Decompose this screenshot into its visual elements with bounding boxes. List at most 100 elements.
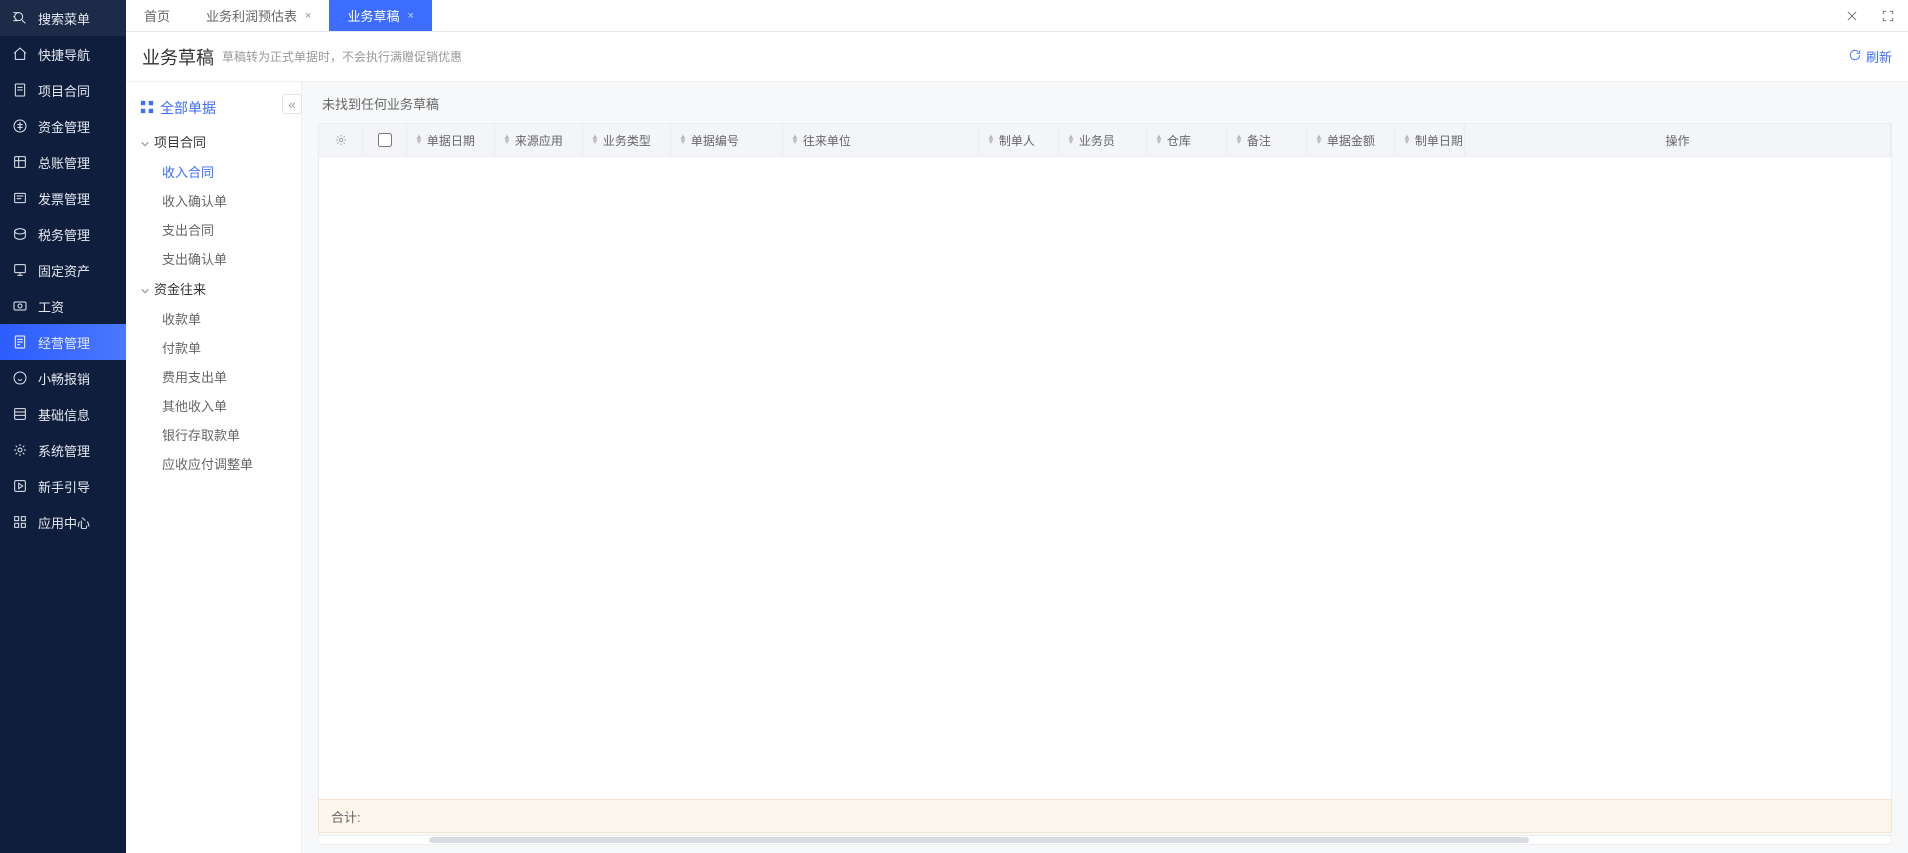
sidebar-item-guide[interactable]: 新手引导 — [0, 468, 126, 504]
column-settings-button[interactable] — [319, 124, 363, 156]
money-icon — [12, 118, 28, 134]
sort-icon: ▲▼ — [1155, 135, 1163, 145]
group-fund-flow-items: 收款单 付款单 费用支出单 其他收入单 银行存取款单 应收应付调整单 — [126, 304, 301, 478]
fullscreen-button[interactable] — [1874, 2, 1902, 30]
col-header-doc-number[interactable]: ▲▼ 单据编号 — [671, 124, 783, 156]
page-subtitle: 草稿转为正式单据时，不会执行满赠促销优惠 — [222, 48, 462, 65]
salary-icon — [12, 298, 28, 314]
search-icon — [12, 10, 28, 26]
system-icon — [12, 442, 28, 458]
invoice-icon — [12, 190, 28, 206]
sort-icon: ▲▼ — [1315, 135, 1323, 145]
sidebar-label: 项目合同 — [38, 81, 90, 100]
group-fund-flow[interactable]: 资金往来 — [126, 273, 301, 304]
sidebar-label: 搜索菜单 — [38, 9, 90, 28]
subitem-payment[interactable]: 付款单 — [126, 333, 301, 362]
chevron-down-icon — [140, 137, 150, 147]
sidebar-item-base-info[interactable]: 基础信息 — [0, 396, 126, 432]
col-header-source-app[interactable]: ▲▼ 来源应用 — [495, 124, 583, 156]
subitem-expense-voucher[interactable]: 费用支出单 — [126, 362, 301, 391]
sidebar-item-ledger[interactable]: 总账管理 — [0, 144, 126, 180]
file-icon — [12, 82, 28, 98]
col-header-maker[interactable]: ▲▼ 制单人 — [979, 124, 1059, 156]
guide-icon — [12, 478, 28, 494]
subitem-expense-contract[interactable]: 支出合同 — [126, 215, 301, 244]
sidebar-item-project-contract[interactable]: 项目合同 — [0, 72, 126, 108]
table-header-row: ▲▼ 单据日期 ▲▼ 来源应用 ▲▼ 业务类型 ▲▼ — [318, 123, 1892, 157]
all-documents-label: 全部单据 — [160, 98, 216, 118]
col-header-salesperson[interactable]: ▲▼ 业务员 — [1059, 124, 1147, 156]
col-header-warehouse[interactable]: ▲▼ 仓库 — [1147, 124, 1227, 156]
refresh-button[interactable]: 刷新 — [1848, 47, 1892, 66]
col-header-amount[interactable]: ▲▼ 单据金额 — [1307, 124, 1395, 156]
sort-icon: ▲▼ — [791, 135, 799, 145]
sort-icon: ▲▼ — [415, 135, 423, 145]
col-header-note[interactable]: ▲▼ 备注 — [1227, 124, 1307, 156]
sum-label: 合计: — [331, 807, 361, 826]
col-header-operation: 操作 — [1465, 124, 1891, 156]
sidebar-label: 税务管理 — [38, 225, 90, 244]
refresh-icon — [1848, 48, 1862, 65]
table-footer-sum: 合计: — [318, 799, 1892, 833]
asset-icon — [12, 262, 28, 278]
content-row: 全部单据 « 项目合同 收入合同 收入确认单 支出合同 支出确认单 — [126, 82, 1908, 853]
subitem-income-confirm[interactable]: 收入确认单 — [126, 186, 301, 215]
subitem-income-contract[interactable]: 收入合同 — [126, 157, 301, 186]
sidebar-item-fixed-asset[interactable]: 固定资产 — [0, 252, 126, 288]
sidebar-label: 新手引导 — [38, 477, 90, 496]
tax-icon — [12, 226, 28, 242]
col-header-biz-type[interactable]: ▲▼ 业务类型 — [583, 124, 671, 156]
group-label: 项目合同 — [154, 132, 206, 151]
sidebar-item-operation-mgmt[interactable]: 经营管理 — [0, 324, 126, 360]
sort-icon: ▲▼ — [503, 135, 511, 145]
sort-icon: ▲▼ — [1235, 135, 1243, 145]
subitem-receipt[interactable]: 收款单 — [126, 304, 301, 333]
category-sidebar: 全部单据 « 项目合同 收入合同 收入确认单 支出合同 支出确认单 — [126, 82, 302, 853]
sort-icon: ▲▼ — [591, 135, 599, 145]
close-icon[interactable]: × — [305, 10, 311, 22]
sort-icon: ▲▼ — [987, 135, 995, 145]
tabbar-actions — [1838, 0, 1908, 31]
home-icon — [12, 46, 28, 62]
horizontal-scrollbar[interactable] — [318, 835, 1892, 845]
scrollbar-thumb[interactable] — [429, 837, 1529, 843]
tab-home[interactable]: 首页 — [126, 0, 188, 31]
collapse-sidebar-button[interactable]: « — [282, 94, 302, 114]
sidebar-label: 工资 — [38, 297, 64, 316]
close-all-tabs-button[interactable] — [1838, 2, 1866, 30]
all-documents-link[interactable]: 全部单据 — [126, 90, 301, 126]
subitem-ar-ap-adjust[interactable]: 应收应付调整单 — [126, 449, 301, 478]
col-header-make-date[interactable]: ▲▼ 制单日期 — [1395, 124, 1465, 156]
sidebar-item-tax[interactable]: 税务管理 — [0, 216, 126, 252]
subitem-other-income[interactable]: 其他收入单 — [126, 391, 301, 420]
empty-message: 未找到任何业务草稿 — [318, 94, 1892, 123]
sidebar-item-reimburse[interactable]: 小畅报销 — [0, 360, 126, 396]
tab-profit-estimate[interactable]: 业务利润预估表 × — [188, 0, 329, 31]
sidebar-label: 资金管理 — [38, 117, 90, 136]
sidebar-label: 总账管理 — [38, 153, 90, 172]
col-header-date[interactable]: ▲▼ 单据日期 — [407, 124, 495, 156]
select-all-cell — [363, 124, 407, 156]
group-label: 资金往来 — [154, 279, 206, 298]
select-all-checkbox[interactable] — [378, 133, 392, 147]
subitem-expense-confirm[interactable]: 支出确认单 — [126, 244, 301, 273]
sidebar-label: 经营管理 — [38, 333, 90, 352]
tab-label: 业务利润预估表 — [206, 6, 297, 25]
sidebar-item-fund-mgmt[interactable]: 资金管理 — [0, 108, 126, 144]
group-project-contract[interactable]: 项目合同 — [126, 126, 301, 157]
sidebar-label: 基础信息 — [38, 405, 90, 424]
close-icon[interactable]: × — [407, 10, 413, 22]
sidebar-item-app-center[interactable]: 应用中心 — [0, 504, 126, 540]
main-sidebar: 搜索菜单 快捷导航 项目合同 资金管理 总账管理 — [0, 0, 126, 853]
col-header-counterparty[interactable]: ▲▼ 往来单位 — [783, 124, 979, 156]
sidebar-item-system[interactable]: 系统管理 — [0, 432, 126, 468]
sidebar-item-quick-nav[interactable]: 快捷导航 — [0, 36, 126, 72]
refresh-label: 刷新 — [1866, 47, 1892, 66]
chevron-double-left-icon: « — [288, 97, 295, 112]
tab-business-draft[interactable]: 业务草稿 × — [329, 0, 431, 31]
sidebar-item-salary[interactable]: 工资 — [0, 288, 126, 324]
sidebar-item-search-menu[interactable]: 搜索菜单 — [0, 0, 126, 36]
sort-icon: ▲▼ — [1067, 135, 1075, 145]
subitem-bank-transfer[interactable]: 银行存取款单 — [126, 420, 301, 449]
sidebar-item-invoice[interactable]: 发票管理 — [0, 180, 126, 216]
